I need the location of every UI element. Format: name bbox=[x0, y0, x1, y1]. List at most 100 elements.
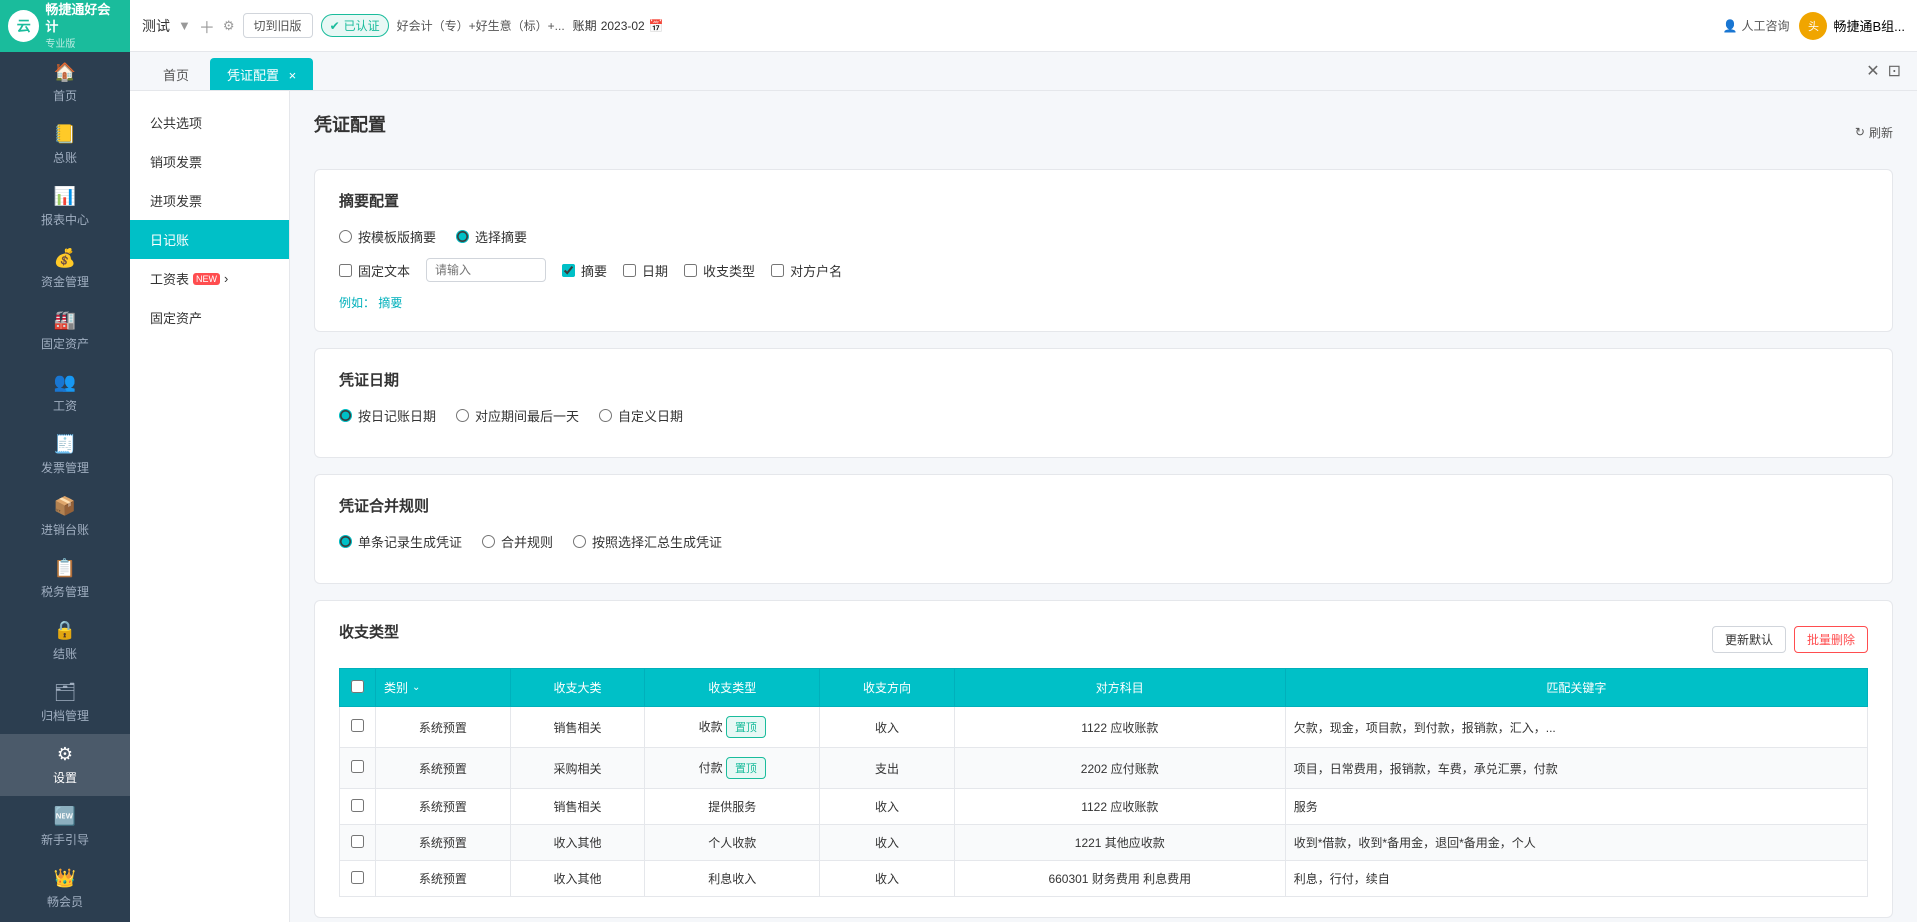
sidebar-item-invoice-mgmt[interactable]: 🧾发票管理 bbox=[0, 424, 130, 486]
th-category: 类别 ⌄ bbox=[376, 669, 511, 707]
sidebar-item-tax[interactable]: 📋税务管理 bbox=[0, 548, 130, 610]
select-all-checkbox[interactable] bbox=[351, 680, 364, 693]
tabs-bar: 首页 凭证配置 × ✕ ⊡ bbox=[130, 52, 1917, 91]
page-content: 公共选项销项发票进项发票日记账工资表 NEW ›固定资产 凭证配置 ↻ 刷新 摘… bbox=[130, 91, 1917, 922]
reports-icon: 📊 bbox=[54, 186, 76, 207]
journal-date-radio[interactable] bbox=[339, 409, 352, 422]
left-nav-item-salary-table[interactable]: 工资表 NEW › bbox=[130, 259, 289, 298]
row-keyword-3: 收到*借款，收到*备用金，退回*备用金，个人 bbox=[1285, 825, 1867, 861]
counterpart-checkbox[interactable] bbox=[771, 264, 784, 277]
refresh-btn[interactable]: ↻ 刷新 bbox=[1855, 124, 1893, 141]
topbar-add-btn[interactable]: ＋ bbox=[199, 14, 215, 38]
sidebar-item-home[interactable]: 🏠首页 bbox=[0, 52, 130, 114]
sidebar-item-assets[interactable]: 🏭固定资产 bbox=[0, 300, 130, 362]
row-checkbox-3[interactable] bbox=[351, 835, 364, 848]
window-expand-btn[interactable]: ⊡ bbox=[1888, 61, 1901, 81]
certified-icon: ✔ bbox=[330, 19, 340, 33]
sidebar-item-settings[interactable]: ⚙设置 bbox=[0, 734, 130, 796]
row-checkbox-cell-0[interactable] bbox=[340, 707, 376, 748]
sidebar-item-archive[interactable]: 🗂归档管理 bbox=[0, 672, 130, 734]
sidebar-item-funds[interactable]: 💰资金管理 bbox=[0, 238, 130, 300]
assets-icon: 🏭 bbox=[54, 310, 76, 331]
voucher-date-section: 凭证日期 按日记账日期 对应期间最后一天 自定义日期 bbox=[314, 348, 1893, 458]
select-total-radio[interactable] bbox=[573, 535, 586, 548]
batch-delete-btn[interactable]: 批量删除 bbox=[1794, 626, 1868, 653]
category-sort-icon[interactable]: ⌄ bbox=[412, 682, 420, 693]
th-keyword-label: 匹配关键字 bbox=[1546, 681, 1606, 695]
calendar-icon[interactable]: 📅 bbox=[649, 19, 664, 33]
summary-template-option[interactable]: 按模板版摘要 bbox=[339, 227, 436, 246]
summary-radio-group: 按模板版摘要 选择摘要 bbox=[339, 227, 1868, 246]
tab-voucher-config[interactable]: 凭证配置 × bbox=[210, 58, 313, 90]
date-checkbox-label[interactable]: 日期 bbox=[623, 261, 668, 280]
topbar: 测试 ▼ ＋ ⚙ 切到旧版 ✔ 已认证 好会计（专）+好生意（标）+... 账期… bbox=[130, 0, 1917, 52]
date-checkbox[interactable] bbox=[623, 264, 636, 277]
row-type-4: 利息收入 bbox=[645, 861, 820, 897]
left-nav-item-fixed-assets[interactable]: 固定资产 bbox=[130, 298, 289, 337]
type-tag-1[interactable]: 置顶 bbox=[726, 757, 766, 779]
custom-date-radio[interactable] bbox=[599, 409, 612, 422]
row-keyword-0: 欠款，现金，项目款，到付款，报销款，汇入，... bbox=[1285, 707, 1867, 748]
summary-template-radio[interactable] bbox=[339, 230, 352, 243]
sidebar-item-ledger[interactable]: 📒总账 bbox=[0, 114, 130, 176]
sidebar-item-label-member: 畅会员 bbox=[47, 893, 83, 910]
single-record-option[interactable]: 单条记录生成凭证 bbox=[339, 532, 462, 551]
th-checkbox[interactable] bbox=[340, 669, 376, 707]
row-checkbox-0[interactable] bbox=[351, 719, 364, 732]
row-checkbox-cell-4[interactable] bbox=[340, 861, 376, 897]
fixed-text-checkbox[interactable] bbox=[339, 264, 352, 277]
sidebar-item-member[interactable]: 👑畅会员 bbox=[0, 858, 130, 920]
voucher-date-title: 凭证日期 bbox=[339, 369, 1868, 390]
left-nav-item-public[interactable]: 公共选项 bbox=[130, 103, 289, 142]
merge-rule-radio[interactable] bbox=[482, 535, 495, 548]
summary-select-radio[interactable] bbox=[456, 230, 469, 243]
fixed-text-input[interactable] bbox=[426, 258, 546, 282]
payment-type-checkbox-label[interactable]: 收支类型 bbox=[684, 261, 755, 280]
custom-date-option[interactable]: 自定义日期 bbox=[599, 406, 683, 425]
row-checkbox-1[interactable] bbox=[351, 760, 364, 773]
row-checkbox-4[interactable] bbox=[351, 871, 364, 884]
sidebar-item-reports[interactable]: 📊报表中心 bbox=[0, 176, 130, 238]
funds-icon: 💰 bbox=[54, 248, 76, 269]
topbar-switch-button[interactable]: 切到旧版 bbox=[243, 13, 313, 38]
left-nav-item-sales-invoice[interactable]: 销项发票 bbox=[130, 142, 289, 181]
settings-icon: ⚙ bbox=[57, 744, 73, 765]
summary-select-label: 选择摘要 bbox=[475, 227, 527, 246]
topbar-user[interactable]: 头 畅捷通B组... bbox=[1799, 12, 1905, 40]
period-label: 账期 bbox=[573, 17, 597, 34]
row-checkbox-cell-1[interactable] bbox=[340, 748, 376, 789]
update-default-btn[interactable]: 更新默认 bbox=[1712, 626, 1786, 653]
merge-rule-option[interactable]: 合并规则 bbox=[482, 532, 553, 551]
th-direction: 收支方向 bbox=[820, 669, 955, 707]
th-type: 收支类型 bbox=[645, 669, 820, 707]
sidebar-item-close[interactable]: 🔒结账 bbox=[0, 610, 130, 672]
left-nav-item-purchase-invoice[interactable]: 进项发票 bbox=[130, 181, 289, 220]
row-keyword-4: 利息，行付，续自 bbox=[1285, 861, 1867, 897]
counterpart-checkbox-label[interactable]: 对方户名 bbox=[771, 261, 842, 280]
sidebar-item-purchases[interactable]: 📦进销台账 bbox=[0, 486, 130, 548]
period-last-option[interactable]: 对应期间最后一天 bbox=[456, 406, 579, 425]
topbar-gear-icon[interactable]: ⚙ bbox=[223, 18, 235, 34]
row-checkbox-cell-3[interactable] bbox=[340, 825, 376, 861]
select-total-option[interactable]: 按照选择汇总生成凭证 bbox=[573, 532, 722, 551]
journal-date-option[interactable]: 按日记账日期 bbox=[339, 406, 436, 425]
tab-home[interactable]: 首页 bbox=[146, 58, 206, 90]
sidebar-item-salary[interactable]: 👥工资 bbox=[0, 362, 130, 424]
period-last-radio[interactable] bbox=[456, 409, 469, 422]
sidebar-item-guide[interactable]: 🆕新手引导 bbox=[0, 796, 130, 858]
summary-select-option[interactable]: 选择摘要 bbox=[456, 227, 527, 246]
row-checkbox-cell-2[interactable] bbox=[340, 789, 376, 825]
single-record-radio[interactable] bbox=[339, 535, 352, 548]
tab-close-icon[interactable]: × bbox=[289, 68, 297, 83]
summary-checkbox-label[interactable]: 摘要 bbox=[562, 261, 607, 280]
row-checkbox-2[interactable] bbox=[351, 799, 364, 812]
type-tag-0[interactable]: 置顶 bbox=[726, 716, 766, 738]
topbar-dropdown-arrow[interactable]: ▼ bbox=[178, 18, 191, 33]
sidebar-item-label-close: 结账 bbox=[53, 645, 77, 662]
summary-checkbox[interactable] bbox=[562, 264, 575, 277]
window-close-btn[interactable]: ✕ bbox=[1866, 61, 1879, 81]
left-nav-item-journal[interactable]: 日记账 bbox=[130, 220, 289, 259]
topbar-help[interactable]: 👤 人工咨询 bbox=[1723, 17, 1790, 34]
fixed-text-checkbox-label[interactable]: 固定文本 bbox=[339, 261, 410, 280]
payment-type-checkbox[interactable] bbox=[684, 264, 697, 277]
